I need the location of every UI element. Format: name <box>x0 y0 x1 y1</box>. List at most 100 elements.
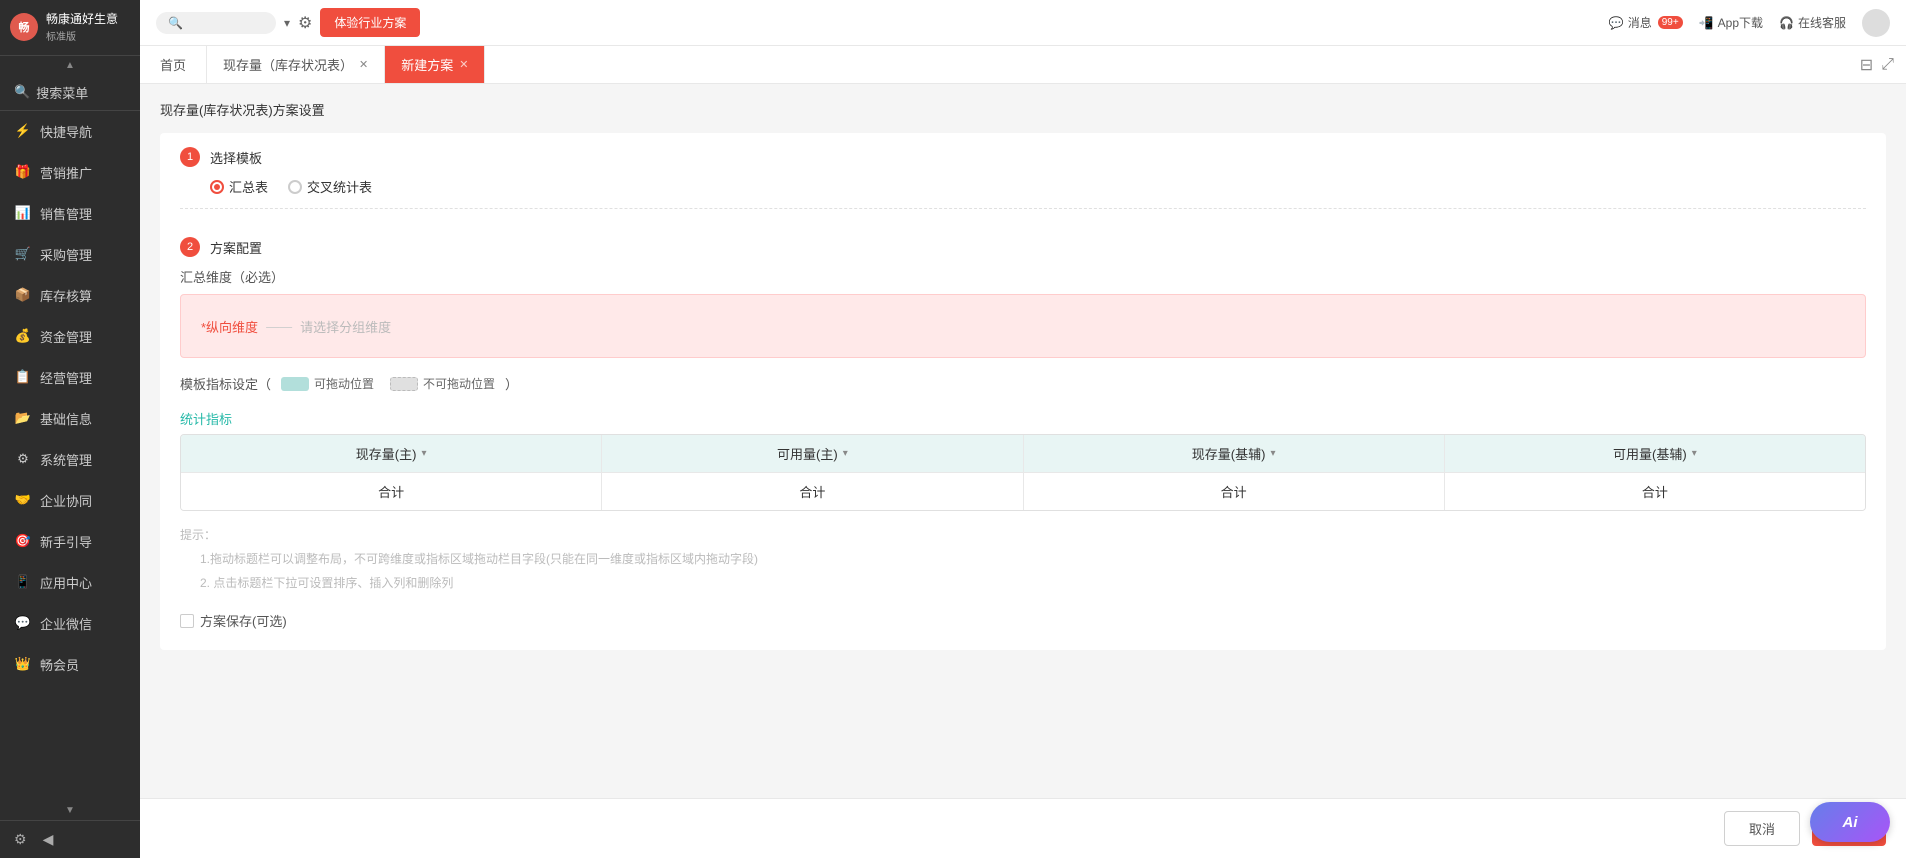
cancel-button[interactable]: 取消 <box>1724 811 1800 846</box>
app-download-label: App下载 <box>1718 14 1763 31</box>
sidebar-item-quick-nav[interactable]: ⚡ 快捷导航 <box>0 111 140 152</box>
topbar-left: 🔍 ▾ ⚙ 体验行业方案 <box>156 8 1597 37</box>
stats-title: 统计指标 <box>180 409 1866 428</box>
chevron-down-icon-1: ▾ <box>843 448 848 459</box>
sidebar-item-wechat[interactable]: 💬 企业微信 <box>0 603 140 644</box>
sidebar-item-sales[interactable]: 📊 销售管理 <box>0 193 140 234</box>
scroll-down-arrow[interactable]: ▼ <box>0 801 140 820</box>
dimension-vertical-label: *纵向维度 <box>201 317 258 336</box>
save-option: 方案保存(可选) <box>180 611 1866 630</box>
user-avatar[interactable] <box>1862 9 1890 37</box>
sidebar-item-basic-info[interactable]: 📂 基础信息 <box>0 398 140 439</box>
sidebar-item-marketing[interactable]: 🎁 营销推广 <box>0 152 140 193</box>
brand-text: 畅康通好生意 标准版 <box>46 12 118 43</box>
ai-bubble[interactable]: Ai <box>1810 802 1890 842</box>
step2-number: 2 <box>180 237 200 257</box>
stats-header-label-3: 可用量(基辅) <box>1613 444 1687 463</box>
sidebar-item-operations[interactable]: 📋 经营管理 <box>0 357 140 398</box>
chevron-down-icon-0: ▾ <box>421 448 426 459</box>
stats-header-label-1: 可用量(主) <box>777 444 838 463</box>
stats-cell-2: 合计 <box>1024 473 1445 510</box>
sidebar-item-finance[interactable]: 💰 资金管理 <box>0 316 140 357</box>
step2-header: 2 方案配置 <box>180 223 1866 267</box>
sidebar-item-app-center[interactable]: 📱 应用中心 <box>0 562 140 603</box>
content-area: 现存量(库存状况表)方案设置 1 选择模板 汇总表 交叉统计表 2 <box>140 84 1906 798</box>
sidebar-item-label: 销售管理 <box>40 204 92 223</box>
sidebar-item-label: 畅会员 <box>40 655 79 674</box>
search-menu[interactable]: 🔍 搜索菜单 <box>0 75 140 111</box>
indicator-settings: 模板指标设定（ 可拖动位置 不可拖动位置 ） <box>180 374 1866 393</box>
dropdown-chevron-icon: ▾ <box>284 16 290 30</box>
dimension-placeholder: 请选择分组维度 <box>300 317 391 336</box>
legend-draggable: 可拖动位置 <box>281 375 374 392</box>
radio-summary[interactable]: 汇总表 <box>210 177 268 196</box>
app-download-action[interactable]: 📲 App下载 <box>1699 14 1763 31</box>
indicator-label: 模板指标设定（ 可拖动位置 不可拖动位置 ） <box>180 374 1866 393</box>
tips-section: 提示： 1.拖动标题栏可以调整布局，不可跨维度或指标区域拖动栏目字段(只能在同一… <box>180 523 1866 595</box>
message-action[interactable]: 💬 消息 99+ <box>1609 14 1683 31</box>
tab-expand-icon[interactable]: ⤢ <box>1881 56 1894 74</box>
tab-inventory-label: 现存量（库存状况表） <box>223 55 353 74</box>
app-center-icon: 📱 <box>14 573 32 591</box>
step-divider <box>180 208 1866 209</box>
topbar-gear-icon[interactable]: ⚙ <box>298 13 312 33</box>
topbar-search[interactable]: 🔍 <box>156 12 276 34</box>
finance-icon: 💰 <box>14 327 32 345</box>
topbar-dropdown[interactable]: ▾ <box>284 16 290 30</box>
legend-non-draggable-box <box>390 377 418 391</box>
stats-section: 统计指标 现存量(主) ▾ 可用量(主) ▾ 现存量(基辅) <box>180 409 1866 511</box>
tab-new-plan-close-icon[interactable]: ✕ <box>459 58 468 71</box>
dimension-area[interactable]: *纵向维度 —— 请选择分组维度 <box>180 294 1866 358</box>
sidebar-item-system[interactable]: ⚙ 系统管理 <box>0 439 140 480</box>
radio-cross[interactable]: 交叉统计表 <box>288 177 372 196</box>
chevron-down-icon-2: ▾ <box>1270 448 1275 459</box>
sidebar-item-inventory[interactable]: 📦 库存核算 <box>0 275 140 316</box>
stats-header-col-2[interactable]: 现存量(基辅) ▾ <box>1024 435 1445 472</box>
dimension-label: 汇总维度（必选） <box>180 267 1866 286</box>
brand-logo: 畅 <box>10 13 38 41</box>
wechat-icon: 💬 <box>14 614 32 632</box>
stats-header-col-3[interactable]: 可用量(基辅) ▾ <box>1445 435 1865 472</box>
message-icon: 💬 <box>1609 16 1624 30</box>
stats-header-col-1[interactable]: 可用量(主) ▾ <box>602 435 1023 472</box>
sidebar-item-label: 营销推广 <box>40 163 92 182</box>
online-service-action[interactable]: 🎧 在线客服 <box>1779 14 1846 31</box>
sidebar-item-member[interactable]: 👑 畅会员 <box>0 644 140 685</box>
save-checkbox[interactable] <box>180 614 194 628</box>
sidebar-item-guide[interactable]: 🎯 新手引导 <box>0 521 140 562</box>
settings-card: 1 选择模板 汇总表 交叉统计表 2 方案配置 汇总维度（必选） <box>160 133 1886 650</box>
legend-draggable-box <box>281 377 309 391</box>
industry-btn[interactable]: 体验行业方案 <box>320 8 420 37</box>
scroll-up-arrow[interactable]: ▲ <box>0 56 140 75</box>
tab-new-plan-label: 新建方案 <box>401 55 453 74</box>
stats-cell-1: 合计 <box>602 473 1023 510</box>
operations-icon: 📋 <box>14 368 32 386</box>
topbar: 🔍 ▾ ⚙ 体验行业方案 💬 消息 99+ 📲 App下载 🎧 在线客服 <box>140 0 1906 46</box>
settings-icon[interactable]: ⚙ <box>14 831 27 848</box>
sidebar-item-cooperation[interactable]: 🤝 企业协同 <box>0 480 140 521</box>
guide-icon: 🎯 <box>14 532 32 550</box>
headset-icon: 🎧 <box>1779 16 1794 30</box>
tab-home[interactable]: 首页 <box>140 46 207 83</box>
tab-new-plan[interactable]: 新建方案 ✕ <box>385 46 485 83</box>
sidebar-item-purchase[interactable]: 🛒 采购管理 <box>0 234 140 275</box>
system-icon: ⚙ <box>14 450 32 468</box>
tab-inventory-status[interactable]: 现存量（库存状况表） ✕ <box>207 46 385 83</box>
marketing-icon: 🎁 <box>14 163 32 181</box>
stats-header-col-0[interactable]: 现存量(主) ▾ <box>181 435 602 472</box>
legend-non-draggable-label: 不可拖动位置 <box>423 375 495 392</box>
tips-title: 提示： <box>180 523 1866 547</box>
save-option-label: 方案保存(可选) <box>200 611 287 630</box>
sidebar-nav: ⚡ 快捷导航 🎁 营销推广 📊 销售管理 🛒 采购管理 📦 库存核算 💰 资金管… <box>0 111 140 801</box>
tab-minimize-icon[interactable]: ⊟ <box>1860 55 1873 75</box>
sound-icon[interactable]: ◀ <box>43 831 54 848</box>
tab-inventory-close-icon[interactable]: ✕ <box>359 58 368 71</box>
stats-cell-0: 合计 <box>181 473 602 510</box>
dimension-dash: —— <box>266 319 292 334</box>
stats-header-row: 现存量(主) ▾ 可用量(主) ▾ 现存量(基辅) ▾ 可用量(基辅) <box>181 435 1865 472</box>
indicator-legend: 可拖动位置 不可拖动位置 <box>281 375 495 392</box>
radio-summary-circle <box>210 180 224 194</box>
sidebar-item-label: 库存核算 <box>40 286 92 305</box>
tips-item-1: 2. 点击标题栏下拉可设置排序、插入列和删除列 <box>180 571 1866 595</box>
sidebar-item-label: 采购管理 <box>40 245 92 264</box>
